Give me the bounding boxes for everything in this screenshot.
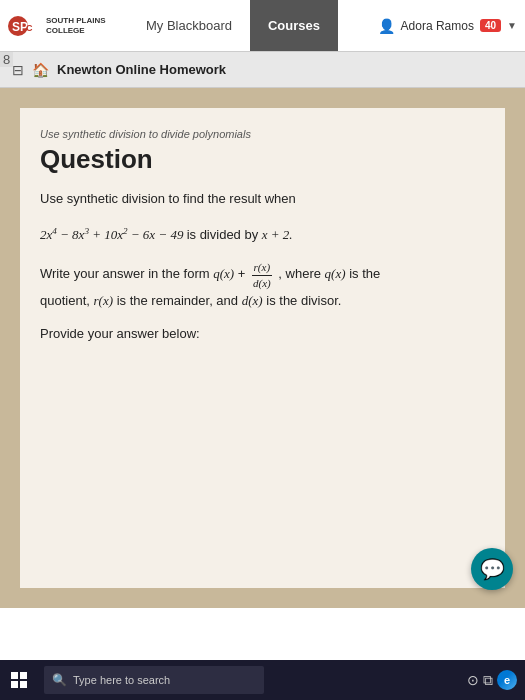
taskbar-search-icon: 🔍 (52, 673, 67, 687)
home-icon[interactable]: ⊟ (12, 62, 24, 78)
user-icon: 👤 (378, 18, 395, 34)
nav-tabs: My Blackboard Courses (128, 0, 378, 51)
answer-fraction: r(x) d(x) (251, 260, 273, 290)
notification-badge: 40 (480, 19, 501, 32)
tab-courses[interactable]: Courses (250, 0, 338, 51)
dropdown-arrow-icon[interactable]: ▼ (507, 20, 517, 31)
top-bar: SP C SOUTH PLAINS COLLEGE My Blackboard … (0, 0, 525, 52)
edge-browser-icon[interactable]: e (497, 670, 517, 690)
taskbar-search-bar[interactable]: 🔍 Type here to search (44, 666, 264, 694)
tab-my-blackboard[interactable]: My Blackboard (128, 0, 250, 51)
polynomial-expression: 2x4 − 8x3 + 10x2 − 6x − 49 is divided by… (40, 224, 485, 246)
taskbar-search-placeholder: Type here to search (73, 674, 170, 686)
secondary-bar: ⊟ 🏠 Knewton Online Homework (0, 52, 525, 88)
content-card: Use synthetic division to divide polynom… (20, 108, 505, 588)
user-name: Adora Ramos (401, 19, 474, 33)
chat-button[interactable]: 💬 (471, 548, 513, 590)
category-label: Use synthetic division to divide polynom… (40, 128, 485, 140)
windows-icon (11, 672, 27, 688)
start-button[interactable] (0, 660, 38, 700)
svg-text:C: C (26, 23, 33, 33)
user-area: 👤 Adora Ramos 40 ▼ (378, 18, 517, 34)
chat-icon: 💬 (480, 557, 505, 581)
spc-logo: SP C (8, 10, 46, 42)
college-name-text: SOUTH PLAINS COLLEGE (46, 16, 116, 35)
question-heading: Question (40, 144, 485, 175)
cortana-icon[interactable]: ⊙ (467, 672, 479, 688)
main-content-area: Use synthetic division to divide polynom… (0, 88, 525, 608)
provide-answer-text: Provide your answer below: (40, 326, 485, 341)
write-answer-text: Write your answer in the form q(x) + r(x… (40, 260, 485, 312)
instruction-text: Use synthetic division to find the resul… (40, 189, 485, 210)
page-number: 8 (0, 52, 13, 67)
logo-area: SP C SOUTH PLAINS COLLEGE (8, 10, 116, 42)
secondary-bar-title: Knewton Online Homework (57, 62, 226, 77)
taskbar: 🔍 Type here to search ⊙ ⧉ e (0, 660, 525, 700)
task-view-icon[interactable]: ⧉ (483, 672, 493, 689)
nav-icon[interactable]: 🏠 (32, 62, 49, 78)
taskbar-right-area: ⊙ ⧉ e (467, 670, 525, 690)
